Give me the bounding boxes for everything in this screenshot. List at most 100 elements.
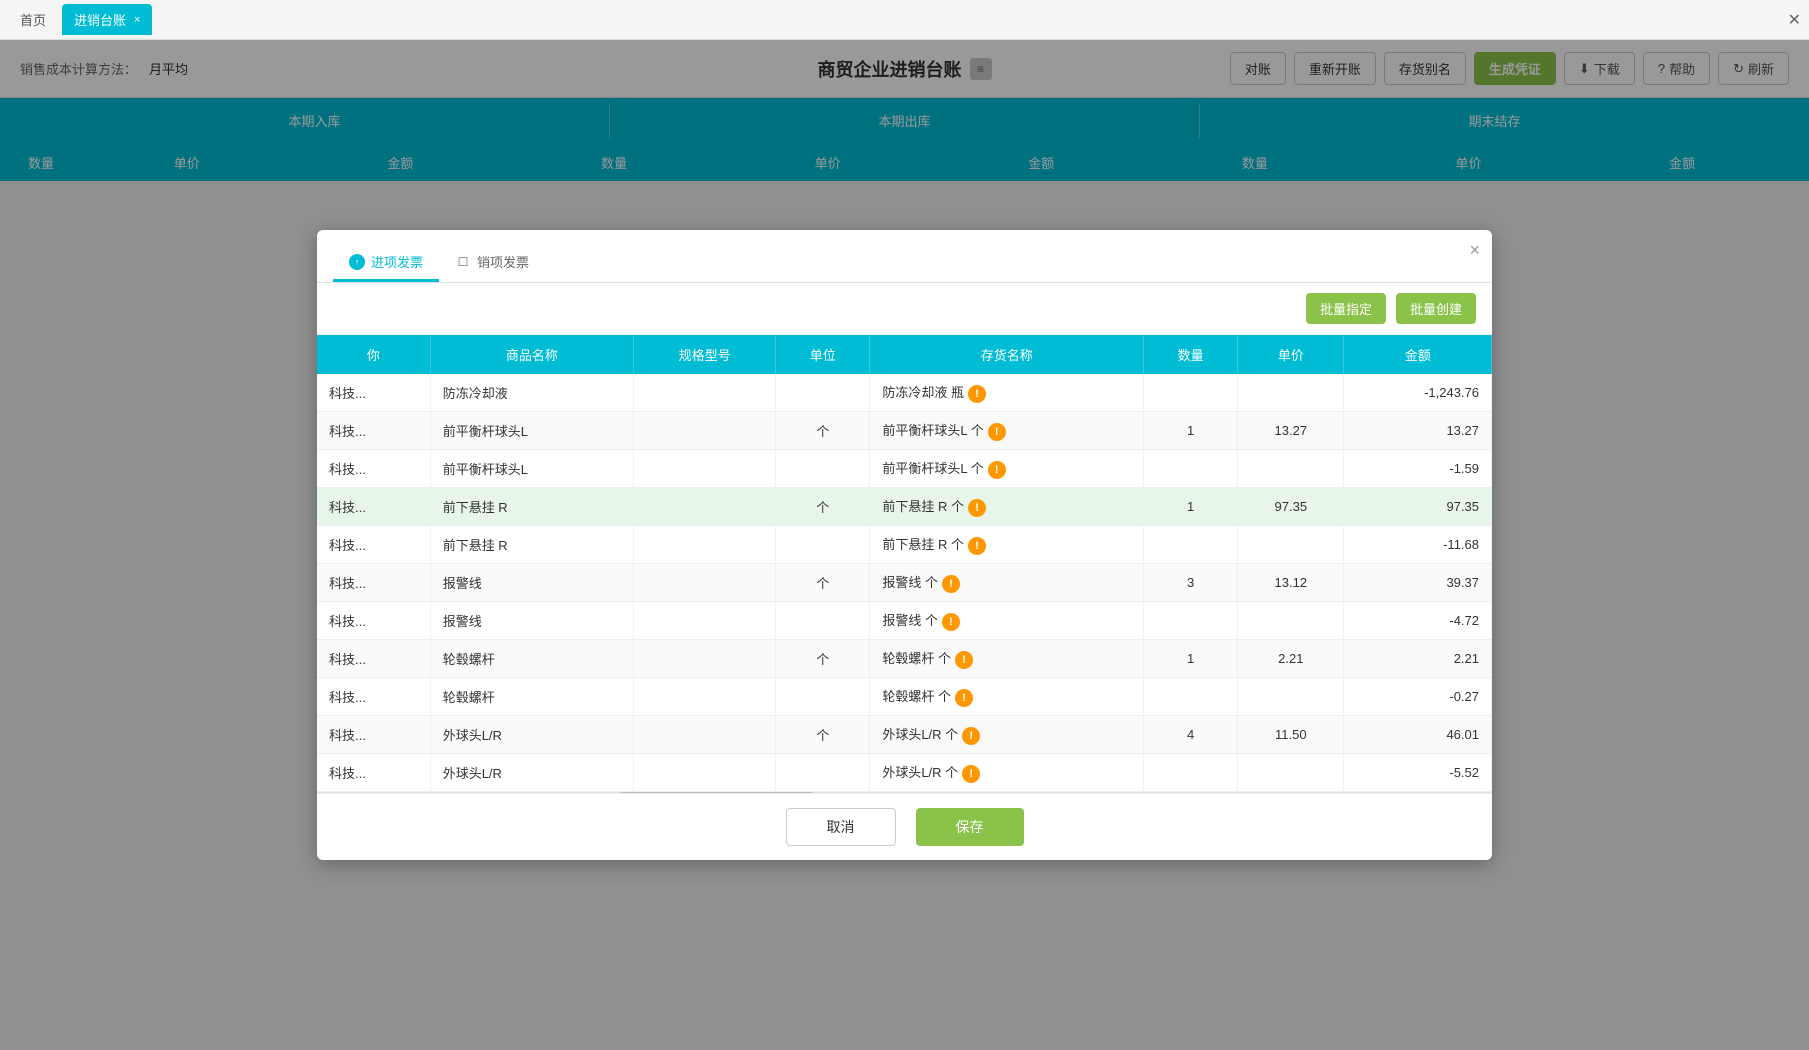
cell-col1: 科技... xyxy=(317,412,430,450)
warning-icon: ! xyxy=(968,537,986,555)
batch-assign-button[interactable]: 批量指定 xyxy=(1306,293,1386,324)
cell-inventory-name: 轮毂螺杆 个! xyxy=(870,678,1144,716)
horizontal-scrollbar[interactable] xyxy=(317,792,1492,793)
nav-tab-home[interactable]: 首页 xyxy=(8,4,58,35)
th-spec: 规格型号 xyxy=(634,335,776,374)
cell-product-name: 前平衡杆球头L xyxy=(430,412,633,450)
save-button[interactable]: 保存 xyxy=(916,808,1024,846)
cell-unit-price: 13.27 xyxy=(1238,412,1344,450)
outgoing-invoice-icon: ☐ xyxy=(455,254,471,270)
cell-product-name: 外球头L/R xyxy=(430,716,633,754)
cell-amount: 46.01 xyxy=(1344,716,1492,754)
table-row: 科技... 外球头L/R 外球头L/R 个! -5.52 xyxy=(317,754,1492,792)
cell-quantity: 1 xyxy=(1144,412,1238,450)
cell-inventory-name: 外球头L/R 个! xyxy=(870,754,1144,792)
dialog-toolbar: 批量指定 批量创建 xyxy=(317,283,1492,335)
cell-product-name: 前平衡杆球头L xyxy=(430,450,633,488)
th-product-name: 商品名称 xyxy=(430,335,633,374)
cell-product-name: 报警线 xyxy=(430,564,633,602)
cancel-button[interactable]: 取消 xyxy=(786,808,896,846)
tab-incoming-label: 进项发票 xyxy=(371,252,423,271)
cell-col1: 科技... xyxy=(317,450,430,488)
th-amount: 金额 xyxy=(1344,335,1492,374)
cell-amount: -4.72 xyxy=(1344,602,1492,640)
cell-unit: 个 xyxy=(776,564,870,602)
tab-incoming-invoice[interactable]: ↑ 进项发票 xyxy=(333,244,439,282)
cell-product-name: 前下悬挂 R xyxy=(430,488,633,526)
cell-spec xyxy=(634,412,776,450)
cell-unit: 个 xyxy=(776,412,870,450)
table-body: 科技... 防冻冷却液 防冻冷却液 瓶! -1,243.76 科技... 前平衡… xyxy=(317,374,1492,792)
th-col1: 你 xyxy=(317,335,430,374)
th-unit: 单位 xyxy=(776,335,870,374)
cell-quantity: 3 xyxy=(1144,564,1238,602)
cell-col1: 科技... xyxy=(317,678,430,716)
cell-col1: 科技... xyxy=(317,526,430,564)
cell-spec xyxy=(634,488,776,526)
table-row: 科技... 报警线 报警线 个! -4.72 xyxy=(317,602,1492,640)
invoice-table: 你 商品名称 规格型号 单位 存货名称 数量 单价 金额 科技... 防冻冷却液 xyxy=(317,335,1492,792)
warning-icon: ! xyxy=(955,651,973,669)
warning-icon: ! xyxy=(988,423,1006,441)
warning-icon: ! xyxy=(988,461,1006,479)
cell-quantity xyxy=(1144,754,1238,792)
cell-quantity: 4 xyxy=(1144,716,1238,754)
cell-amount: -5.52 xyxy=(1344,754,1492,792)
cell-unit xyxy=(776,450,870,488)
cell-col1: 科技... xyxy=(317,602,430,640)
cell-col1: 科技... xyxy=(317,488,430,526)
cell-unit-price xyxy=(1238,526,1344,564)
tab-outgoing-invoice[interactable]: ☐ 销项发票 xyxy=(439,244,545,282)
window-close-button[interactable]: ✕ xyxy=(1788,10,1801,30)
top-nav: 首页 进销台账 × ✕ xyxy=(0,0,1809,40)
cell-unit: 个 xyxy=(776,716,870,754)
cell-unit-price: 97.35 xyxy=(1238,488,1344,526)
table-row: 科技... 前平衡杆球头L 个 前平衡杆球头L 个! 1 13.27 13.27 xyxy=(317,412,1492,450)
cell-unit-price xyxy=(1238,754,1344,792)
nav-tab-close-icon[interactable]: × xyxy=(134,14,140,26)
cell-spec xyxy=(634,374,776,412)
dialog-overlay: ↑ 进项发票 ☐ 销项发票 × 批量指定 批量创建 你 xyxy=(0,40,1809,1050)
cell-amount: 39.37 xyxy=(1344,564,1492,602)
cell-amount: -1,243.76 xyxy=(1344,374,1492,412)
cell-unit: 个 xyxy=(776,640,870,678)
cell-spec xyxy=(634,754,776,792)
cell-unit-price xyxy=(1238,602,1344,640)
nav-tab-ledger[interactable]: 进销台账 × xyxy=(62,4,152,35)
cell-amount: 13.27 xyxy=(1344,412,1492,450)
main-content: 销售成本计算方法： 月平均 商贸企业进销台账 ≡ 对账 重新开账 存货别名 生成… xyxy=(0,40,1809,1050)
dialog-table-container[interactable]: 你 商品名称 规格型号 单位 存货名称 数量 单价 金额 科技... 防冻冷却液 xyxy=(317,335,1492,793)
batch-create-button[interactable]: 批量创建 xyxy=(1396,293,1476,324)
table-row: 科技... 前下悬挂 R 个 前下悬挂 R 个! 1 97.35 97.35 xyxy=(317,488,1492,526)
cell-col1: 科技... xyxy=(317,754,430,792)
cell-quantity xyxy=(1144,678,1238,716)
cell-product-name: 轮毂螺杆 xyxy=(430,640,633,678)
scrollbar-thumb[interactable] xyxy=(617,792,817,793)
cell-inventory-name: 前平衡杆球头L 个! xyxy=(870,450,1144,488)
cell-quantity: 1 xyxy=(1144,640,1238,678)
dialog-header: ↑ 进项发票 ☐ 销项发票 × xyxy=(317,230,1492,283)
warning-icon: ! xyxy=(942,575,960,593)
th-inventory-name: 存货名称 xyxy=(870,335,1144,374)
cell-unit: 个 xyxy=(776,488,870,526)
cell-unit-price xyxy=(1238,374,1344,412)
warning-icon: ! xyxy=(942,613,960,631)
cell-inventory-name: 前平衡杆球头L 个! xyxy=(870,412,1144,450)
warning-icon: ! xyxy=(955,689,973,707)
cell-unit xyxy=(776,602,870,640)
cell-spec xyxy=(634,602,776,640)
warning-icon: ! xyxy=(968,499,986,517)
cell-inventory-name: 前下悬挂 R 个! xyxy=(870,488,1144,526)
cell-spec xyxy=(634,640,776,678)
cell-quantity xyxy=(1144,450,1238,488)
incoming-invoice-icon: ↑ xyxy=(349,254,365,270)
table-row: 科技... 报警线 个 报警线 个! 3 13.12 39.37 xyxy=(317,564,1492,602)
dialog-close-button[interactable]: × xyxy=(1469,240,1480,261)
cell-product-name: 防冻冷却液 xyxy=(430,374,633,412)
cell-col1: 科技... xyxy=(317,374,430,412)
cell-spec xyxy=(634,526,776,564)
cell-amount: -1.59 xyxy=(1344,450,1492,488)
cell-quantity: 1 xyxy=(1144,488,1238,526)
cell-unit-price xyxy=(1238,450,1344,488)
table-header-row: 你 商品名称 规格型号 单位 存货名称 数量 单价 金额 xyxy=(317,335,1492,374)
